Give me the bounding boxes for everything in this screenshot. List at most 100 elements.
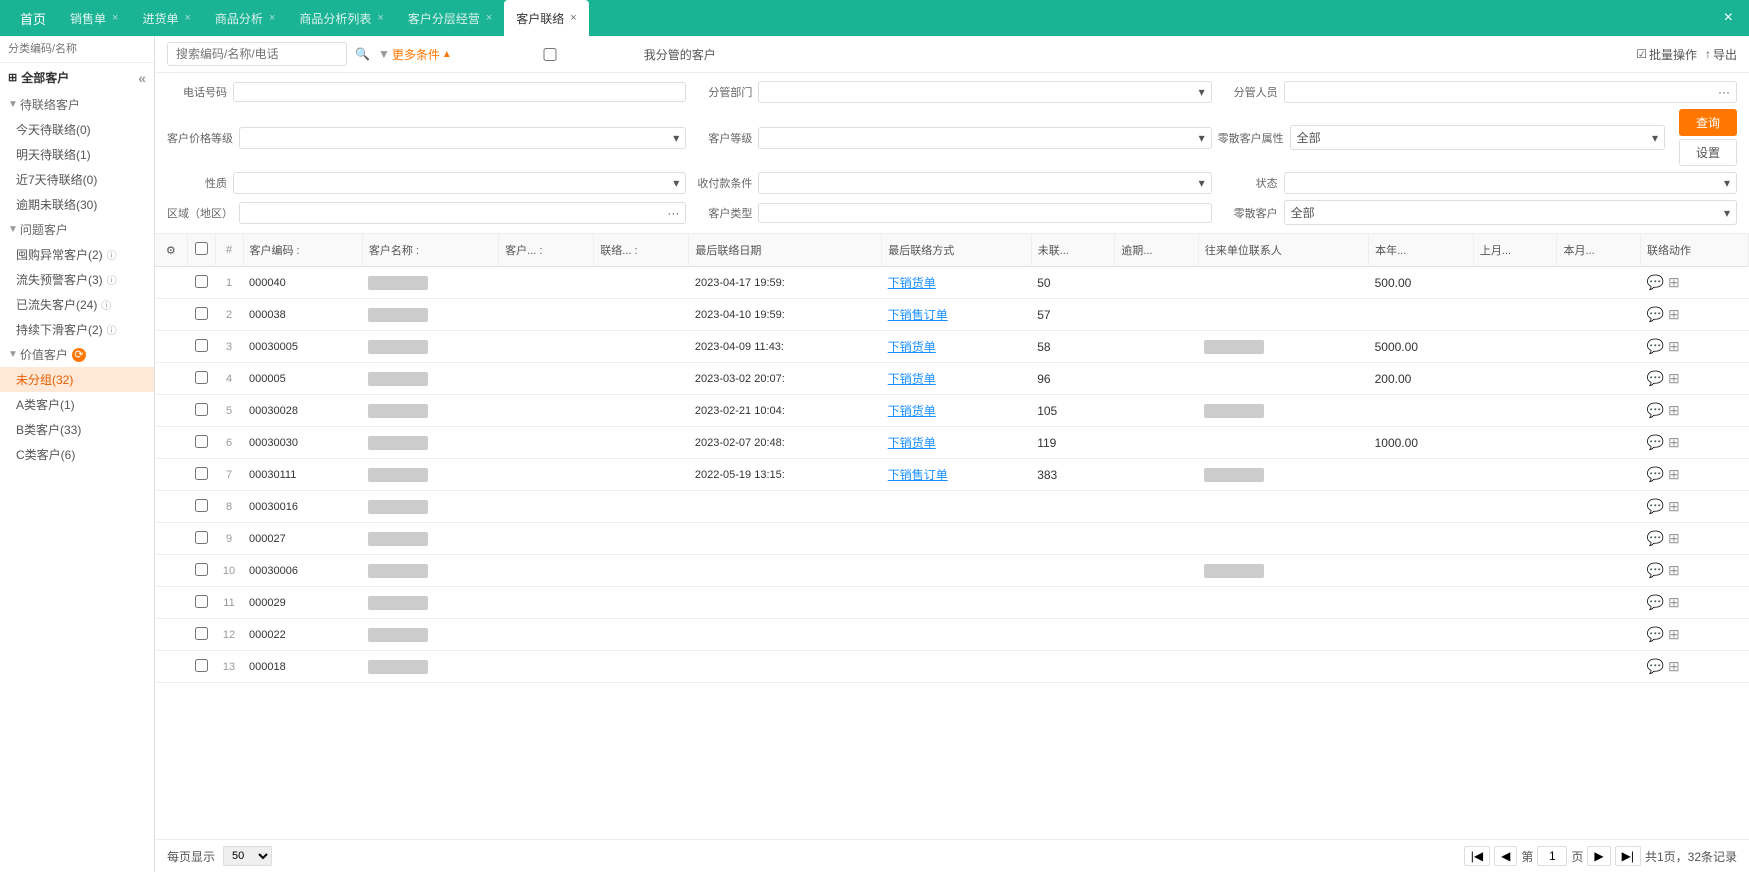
filter-select-payment[interactable]: ▾ — [758, 172, 1211, 194]
th-unit-contact[interactable]: 往来单位联系人 — [1198, 234, 1368, 267]
message-icon[interactable]: 💬 — [1647, 466, 1664, 483]
td-check[interactable] — [187, 619, 215, 651]
query-button[interactable]: 查询 — [1679, 109, 1737, 136]
filter-select-scattered[interactable]: 全部 ▾ — [1284, 200, 1737, 225]
sidebar-item-a-class[interactable]: A类客户(1) — [0, 392, 154, 417]
td-check[interactable] — [187, 331, 215, 363]
row-checkbox[interactable] — [195, 403, 208, 416]
td-check[interactable] — [187, 555, 215, 587]
row-checkbox[interactable] — [195, 659, 208, 672]
th-this-month[interactable]: 本月... — [1557, 234, 1641, 267]
row-checkbox[interactable] — [195, 467, 208, 480]
th-type[interactable]: 客户... : — [499, 234, 594, 267]
filter-input-customer-type[interactable] — [758, 203, 1211, 223]
sidebar-item-churn-warning[interactable]: 流失预警客户(3) ⓘ — [0, 267, 154, 292]
grid-icon[interactable]: ⊞ — [1668, 466, 1680, 483]
th-last-month[interactable]: 上月... — [1473, 234, 1557, 267]
row-checkbox[interactable] — [195, 499, 208, 512]
nav-tab-purchase[interactable]: 进货单 × — [130, 0, 202, 36]
message-icon[interactable]: 💬 — [1647, 658, 1664, 675]
row-checkbox[interactable] — [195, 563, 208, 576]
sidebar-group-value[interactable]: ▼ 价值客户 ⟳ — [0, 342, 154, 367]
th-code[interactable]: 客户编码 : — [243, 234, 362, 267]
grid-icon[interactable]: ⊞ — [1668, 626, 1680, 643]
contact-method-link[interactable]: 下销售订单 — [888, 308, 948, 322]
close-icon[interactable]: × — [377, 12, 383, 24]
th-last-contact-date[interactable]: 最后联络日期 — [689, 234, 882, 267]
td-check[interactable] — [187, 427, 215, 459]
th-no-contact[interactable]: 未联... — [1031, 234, 1115, 267]
td-check[interactable] — [187, 587, 215, 619]
sidebar-group-pending[interactable]: ▼ 待联络客户 — [0, 92, 154, 117]
th-check[interactable] — [187, 234, 215, 267]
page-input[interactable] — [1537, 846, 1567, 866]
filter-select-region[interactable]: ··· — [239, 202, 686, 224]
filter-select-dept[interactable]: ▾ — [758, 81, 1211, 103]
sidebar-item-7day-pending[interactable]: 近7天待联络(0) — [0, 167, 154, 192]
sidebar-search-input[interactable] — [8, 43, 150, 55]
contact-method-link[interactable]: 下销售订单 — [888, 468, 948, 482]
search-input[interactable] — [167, 42, 347, 66]
filter-select-scattered-attr[interactable]: 全部 ▾ — [1290, 125, 1665, 150]
close-icon[interactable]: × — [570, 12, 576, 24]
row-checkbox[interactable] — [195, 435, 208, 448]
nav-tab-analysis[interactable]: 商品分析 × — [203, 0, 287, 36]
grid-icon[interactable]: ⊞ — [1668, 594, 1680, 611]
search-icon[interactable]: 🔍 — [355, 47, 370, 61]
filter-select-status[interactable]: ▾ — [1284, 172, 1737, 194]
nav-tab-sales[interactable]: 销售单 × — [58, 0, 130, 36]
message-icon[interactable]: 💬 — [1647, 530, 1664, 547]
grid-icon[interactable]: ⊞ — [1668, 274, 1680, 291]
th-overdue[interactable]: 逾期... — [1115, 234, 1199, 267]
more-conditions-button[interactable]: ▼ 更多条件 ▲ — [378, 46, 452, 63]
export-button[interactable]: ↑ 导出 — [1705, 46, 1737, 63]
row-checkbox[interactable] — [195, 595, 208, 608]
message-icon[interactable]: 💬 — [1647, 338, 1664, 355]
th-name[interactable]: 客户名称 : — [362, 234, 498, 267]
sidebar-item-c-class[interactable]: C类客户(6) — [0, 442, 154, 467]
th-this-year[interactable]: 本年... — [1369, 234, 1474, 267]
message-icon[interactable]: 💬 — [1647, 370, 1664, 387]
message-icon[interactable]: 💬 — [1647, 434, 1664, 451]
contact-method-link[interactable]: 下销货单 — [888, 276, 936, 290]
grid-icon[interactable]: ⊞ — [1668, 434, 1680, 451]
td-check[interactable] — [187, 299, 215, 331]
th-settings[interactable]: ⚙ — [155, 234, 187, 267]
sidebar-item-b-class[interactable]: B类客户(33) — [0, 417, 154, 442]
close-icon[interactable]: × — [184, 12, 190, 24]
sidebar-item-tomorrow-pending[interactable]: 明天待联络(1) — [0, 142, 154, 167]
page-size-select[interactable]: 50 100 200 — [223, 846, 272, 866]
prev-page-button[interactable]: ◀ — [1494, 846, 1517, 866]
close-icon[interactable]: × — [112, 12, 118, 24]
first-page-button[interactable]: |◀ — [1464, 846, 1490, 866]
grid-icon[interactable]: ⊞ — [1668, 562, 1680, 579]
sidebar-item-today-pending[interactable]: 今天待联络(0) — [0, 117, 154, 142]
filter-select-customer-level[interactable]: ▾ — [758, 127, 1211, 149]
message-icon[interactable]: 💬 — [1647, 402, 1664, 419]
grid-icon[interactable]: ⊞ — [1668, 530, 1680, 547]
sidebar-item-ungrouped[interactable]: 未分组(32) — [0, 367, 154, 392]
my-customers-checkbox[interactable] — [460, 48, 640, 61]
row-checkbox[interactable] — [195, 275, 208, 288]
sidebar-all-customers[interactable]: ⊞ 全部客户 « — [0, 63, 154, 92]
close-all-button[interactable]: × — [1716, 9, 1741, 27]
td-check[interactable] — [187, 651, 215, 683]
sidebar-group-problem[interactable]: ▼ 问题客户 — [0, 217, 154, 242]
sidebar-item-churned[interactable]: 已流失客户(24) ⓘ — [0, 292, 154, 317]
nav-home[interactable]: 首页 — [8, 0, 58, 36]
td-check[interactable] — [187, 491, 215, 523]
sidebar-item-overdue-pending[interactable]: 逾期未联络(30) — [0, 192, 154, 217]
grid-icon[interactable]: ⊞ — [1668, 498, 1680, 515]
grid-icon[interactable]: ⊞ — [1668, 370, 1680, 387]
filter-input-phone[interactable] — [233, 82, 686, 102]
batch-op-button[interactable]: ☑ 批量操作 — [1636, 46, 1697, 63]
message-icon[interactable]: 💬 — [1647, 594, 1664, 611]
grid-icon[interactable]: ⊞ — [1668, 306, 1680, 323]
grid-icon[interactable]: ⊞ — [1668, 402, 1680, 419]
message-icon[interactable]: 💬 — [1647, 626, 1664, 643]
td-check[interactable] — [187, 395, 215, 427]
select-all-checkbox[interactable] — [195, 242, 208, 255]
contact-method-link[interactable]: 下销货单 — [888, 372, 936, 386]
sidebar-item-declining[interactable]: 持续下滑客户(2) ⓘ — [0, 317, 154, 342]
row-checkbox[interactable] — [195, 307, 208, 320]
